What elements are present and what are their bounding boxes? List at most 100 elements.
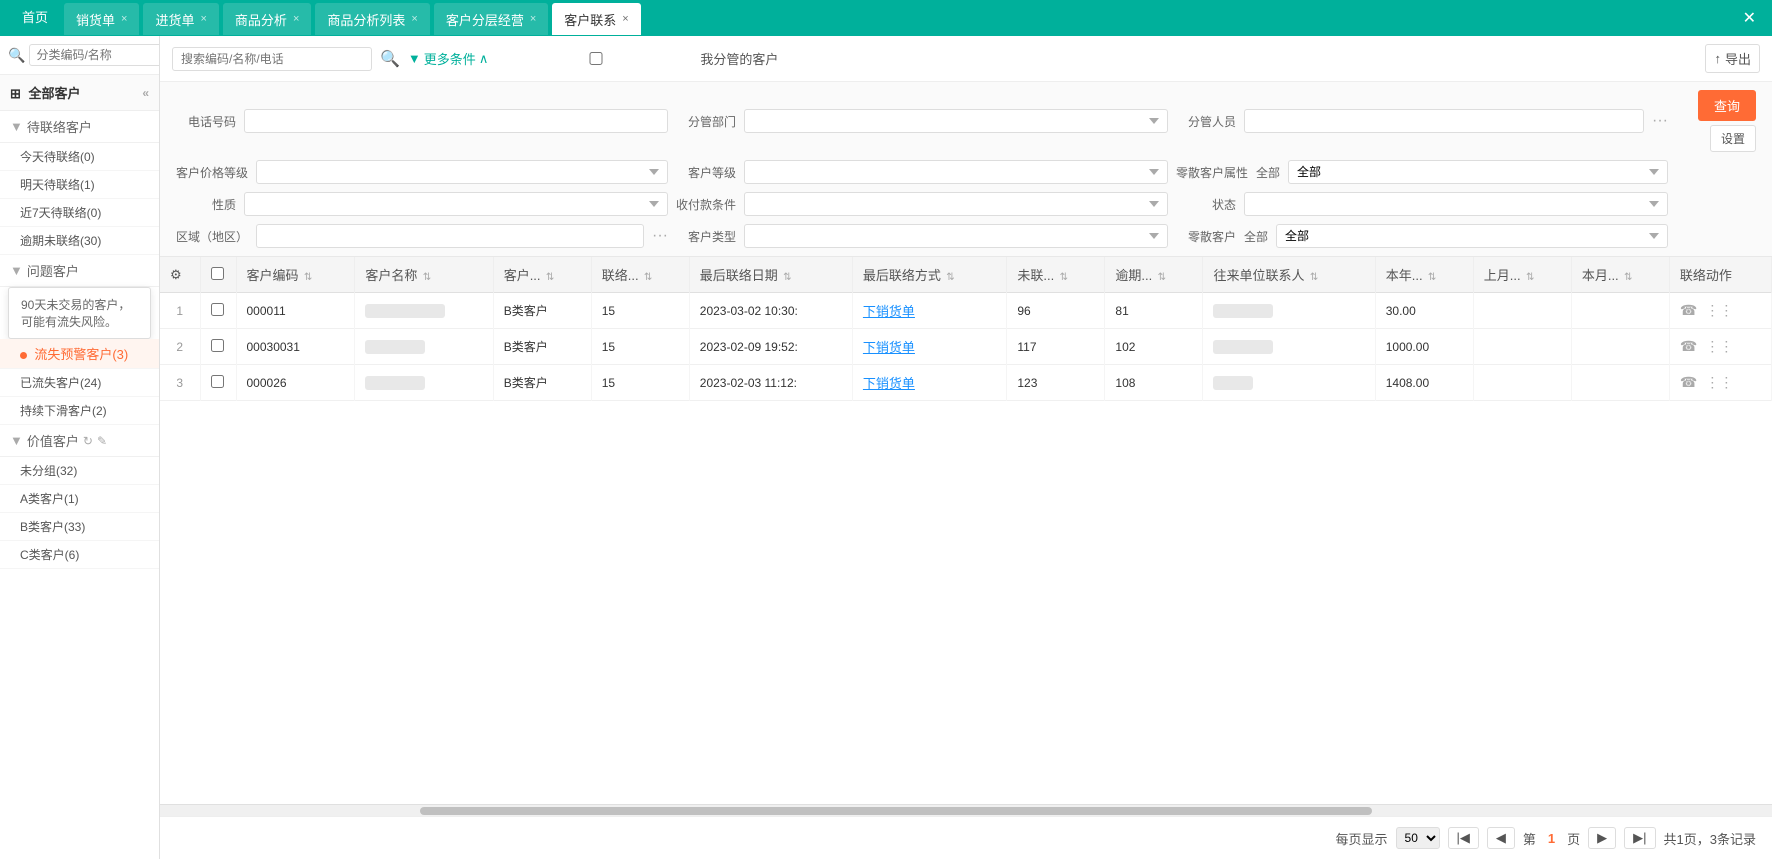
th-last-month[interactable]: 上月... ⇅ bbox=[1473, 257, 1571, 293]
tab-purchase-close[interactable]: × bbox=[200, 13, 206, 25]
settings-button[interactable]: 设置 bbox=[1710, 125, 1756, 152]
tab-customer-contact-close[interactable]: × bbox=[622, 13, 628, 25]
sidebar-group-value[interactable]: ▼ 价值客户 ↻ ✎ bbox=[0, 425, 159, 457]
more-filters-button[interactable]: ▼ 更多条件 ∧ bbox=[408, 49, 488, 68]
th-type-sort-icon[interactable]: ⇅ bbox=[546, 272, 554, 283]
row-last-method-link-2[interactable]: 下销货单 bbox=[863, 376, 915, 391]
tab-analysis-list-close[interactable]: × bbox=[411, 13, 417, 25]
filter-scatter-select[interactable]: 全部 bbox=[1276, 224, 1668, 248]
th-last-contact-method-sort-icon[interactable]: ⇅ bbox=[946, 272, 954, 283]
sidebar-item-churned[interactable]: 已流失客户(24) bbox=[0, 369, 159, 397]
home-tab[interactable]: 首页 bbox=[8, 0, 62, 36]
search-button[interactable]: 🔍 bbox=[380, 49, 400, 69]
filter-nature-select[interactable] bbox=[244, 192, 668, 216]
th-this-month[interactable]: 本月... ⇅ bbox=[1571, 257, 1669, 293]
th-this-month-sort-icon[interactable]: ⇅ bbox=[1624, 272, 1632, 283]
row-contact-icon-2[interactable]: ☎ bbox=[1680, 374, 1697, 391]
row-contact-icon-1[interactable]: ☎ bbox=[1680, 338, 1697, 355]
th-this-year[interactable]: 本年... ⇅ bbox=[1375, 257, 1473, 293]
sidebar-item-churn-warning[interactable]: 流失预警客户(3) bbox=[0, 339, 159, 369]
filter-person-input[interactable] bbox=[1244, 109, 1644, 133]
th-this-year-sort-icon[interactable]: ⇅ bbox=[1428, 272, 1436, 283]
row-select-checkbox-0[interactable] bbox=[211, 303, 224, 316]
filter-status-select[interactable] bbox=[1244, 192, 1668, 216]
filter-customer-type-select[interactable] bbox=[744, 224, 1168, 248]
filter-region-input[interactable] bbox=[256, 224, 644, 248]
th-last-contact-method[interactable]: 最后联络方式 ⇅ bbox=[852, 257, 1006, 293]
row-last-date-1: 2023-02-09 19:52: bbox=[689, 329, 852, 365]
row-more-icon-1[interactable]: ⋮⋮ bbox=[1705, 338, 1733, 355]
value-refresh-icon[interactable]: ↻ bbox=[83, 434, 93, 448]
all-customers-header[interactable]: ⊞ 全部客户 « bbox=[0, 75, 159, 111]
th-name[interactable]: 客户名称 ⇅ bbox=[355, 257, 493, 293]
first-page-button[interactable]: |◀ bbox=[1448, 827, 1479, 849]
export-button[interactable]: ↑ 导出 bbox=[1705, 44, 1760, 73]
query-button[interactable]: 查询 bbox=[1698, 90, 1756, 121]
th-last-month-sort-icon[interactable]: ⇅ bbox=[1526, 272, 1534, 283]
row-select-checkbox-2[interactable] bbox=[211, 375, 224, 388]
tab-customer-layer-close[interactable]: × bbox=[530, 13, 536, 25]
sidebar-item-today-contact[interactable]: 今天待联络(0) bbox=[0, 143, 159, 171]
window-close-button[interactable]: ✕ bbox=[1735, 4, 1764, 32]
th-contact-person[interactable]: 往来单位联系人 ⇅ bbox=[1203, 257, 1375, 293]
th-contact-sort-icon[interactable]: ⇅ bbox=[644, 272, 652, 283]
last-page-button[interactable]: ▶| bbox=[1624, 827, 1655, 849]
filter-region-more-btn[interactable]: ··· bbox=[652, 227, 668, 245]
th-type[interactable]: 客户... ⇅ bbox=[493, 257, 591, 293]
sidebar-item-class-c[interactable]: C类客户(6) bbox=[0, 541, 159, 569]
tab-sales[interactable]: 销货单 × bbox=[64, 3, 139, 35]
th-contact-person-sort-icon[interactable]: ⇅ bbox=[1310, 272, 1318, 283]
filter-person-more-btn[interactable]: ··· bbox=[1652, 112, 1668, 130]
tab-analysis-close[interactable]: × bbox=[293, 13, 299, 25]
sidebar-item-overdue-contact[interactable]: 逾期未联络(30) bbox=[0, 227, 159, 255]
sidebar-item-class-a[interactable]: A类客户(1) bbox=[0, 485, 159, 513]
row-more-icon-0[interactable]: ⋮⋮ bbox=[1705, 302, 1733, 319]
th-no-contact-sort-icon[interactable]: ⇅ bbox=[1060, 272, 1068, 283]
settings-icon[interactable]: ⚙ bbox=[170, 267, 182, 282]
per-page-select[interactable]: 50 bbox=[1396, 827, 1440, 849]
next-page-button[interactable]: ▶ bbox=[1588, 827, 1616, 849]
row-contact-icon-0[interactable]: ☎ bbox=[1680, 302, 1697, 319]
sidebar-item-ungroup[interactable]: 未分组(32) bbox=[0, 457, 159, 485]
th-code-sort-icon[interactable]: ⇅ bbox=[304, 272, 312, 283]
horizontal-scrollbar[interactable] bbox=[160, 804, 1772, 816]
tab-analysis[interactable]: 商品分析 × bbox=[223, 3, 311, 35]
sidebar-group-problem[interactable]: ▼ 问题客户 bbox=[0, 255, 159, 287]
th-overdue[interactable]: 逾期... ⇅ bbox=[1105, 257, 1203, 293]
filter-customer-level-select[interactable] bbox=[744, 160, 1168, 184]
th-name-sort-icon[interactable]: ⇅ bbox=[423, 272, 431, 283]
row-last-method-link-0[interactable]: 下销货单 bbox=[863, 304, 915, 319]
row-select-checkbox-1[interactable] bbox=[211, 339, 224, 352]
sidebar-item-7day-contact[interactable]: 近7天待联络(0) bbox=[0, 199, 159, 227]
th-overdue-sort-icon[interactable]: ⇅ bbox=[1158, 272, 1166, 283]
filter-dept-select[interactable] bbox=[744, 109, 1168, 133]
tab-sales-close[interactable]: × bbox=[121, 13, 127, 25]
th-contact[interactable]: 联络... ⇅ bbox=[591, 257, 689, 293]
value-edit-icon[interactable]: ✎ bbox=[97, 434, 107, 448]
th-last-contact-date[interactable]: 最后联络日期 ⇅ bbox=[689, 257, 852, 293]
filter-customer-level-label: 客户等级 bbox=[676, 164, 736, 181]
search-input[interactable] bbox=[172, 47, 372, 71]
filter-phone-input[interactable] bbox=[244, 109, 668, 133]
sidebar-item-declining[interactable]: 持续下滑客户(2) bbox=[0, 397, 159, 425]
my-customers-checkbox[interactable] bbox=[496, 52, 696, 65]
tab-customer-layer[interactable]: 客户分层经营 × bbox=[434, 3, 548, 35]
tab-customer-contact[interactable]: 客户联系 × bbox=[552, 3, 640, 35]
tab-analysis-list[interactable]: 商品分析列表 × bbox=[315, 3, 429, 35]
row-last-method-link-1[interactable]: 下销货单 bbox=[863, 340, 915, 355]
filter-price-level-select[interactable] bbox=[256, 160, 668, 184]
filter-payment-select[interactable] bbox=[744, 192, 1168, 216]
filter-scatter-attr-select[interactable]: 全部 bbox=[1288, 160, 1668, 184]
sidebar-search-input[interactable] bbox=[29, 44, 160, 66]
th-last-contact-date-sort-icon[interactable]: ⇅ bbox=[783, 272, 791, 283]
th-code[interactable]: 客户编码 ⇅ bbox=[236, 257, 355, 293]
row-more-icon-2[interactable]: ⋮⋮ bbox=[1705, 374, 1733, 391]
th-settings[interactable]: ⚙ bbox=[160, 257, 200, 293]
sidebar-item-class-b[interactable]: B类客户(33) bbox=[0, 513, 159, 541]
tab-purchase[interactable]: 进货单 × bbox=[143, 3, 218, 35]
select-all-checkbox[interactable] bbox=[211, 267, 224, 280]
sidebar-group-pending[interactable]: ▼ 待联络客户 bbox=[0, 111, 159, 143]
sidebar-item-tomorrow-contact[interactable]: 明天待联络(1) bbox=[0, 171, 159, 199]
prev-page-button[interactable]: ◀ bbox=[1487, 827, 1515, 849]
th-no-contact[interactable]: 未联... ⇅ bbox=[1007, 257, 1105, 293]
